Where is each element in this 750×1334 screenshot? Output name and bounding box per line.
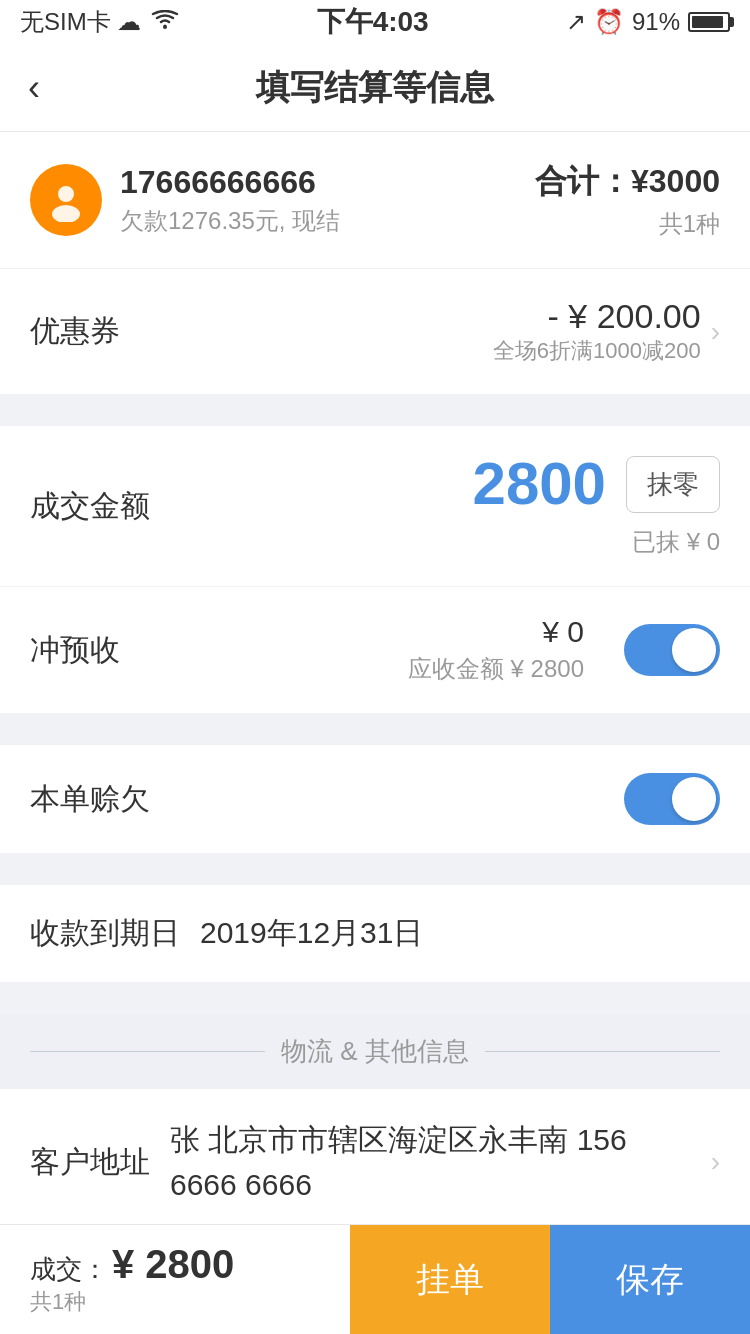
sim-label: 无SIM卡 ☁ — [20, 6, 141, 38]
address-chevron-icon: › — [711, 1146, 720, 1178]
coupon-right: - ¥ 200.00 全场6折满1000减200 › — [493, 297, 720, 366]
bottom-count: 共1种 — [30, 1287, 320, 1317]
address-value: 张 北京市市辖区海淀区永丰南 156 6666 6666 — [170, 1117, 691, 1207]
deal-amount-row: 成交金额 2800 抹零 已抹 ¥ 0 — [0, 426, 750, 587]
total-count: 共1种 — [535, 208, 720, 240]
due-date-value: 2019年12月31日 — [200, 913, 423, 954]
due-date-section: 收款到期日 2019年12月31日 — [0, 885, 750, 982]
location-icon: ↗ — [566, 8, 586, 36]
customer-row: 17666666666 欠款1276.35元, 现结 合计：¥3000 共1种 — [0, 132, 750, 268]
status-right: ↗ ⏰ 91% — [566, 8, 730, 36]
logistics-divider: 物流 & 其他信息 — [0, 1014, 750, 1089]
chongyu-row: 冲预收 ¥ 0 应收金额 ¥ 2800 — [0, 587, 750, 713]
chongyu-amount: ¥ 0 — [408, 615, 584, 649]
svg-point-0 — [163, 25, 167, 29]
battery-percent: 91% — [632, 8, 680, 36]
divider-3 — [0, 869, 750, 885]
address-label: 客户地址 — [30, 1142, 150, 1183]
coupon-amount: - ¥ 200.00 — [493, 297, 701, 336]
chongyu-info: ¥ 0 应收金额 ¥ 2800 — [408, 615, 584, 685]
chongyu-label: 冲预收 — [30, 630, 150, 671]
chongyu-sub: 应收金额 ¥ 2800 — [408, 653, 584, 685]
total-amount: 合计：¥3000 — [535, 160, 720, 204]
address-row[interactable]: 客户地址 张 北京市市辖区海淀区永丰南 156 6666 6666 › — [0, 1089, 750, 1235]
debt-section: 本单赊欠 — [0, 745, 750, 853]
nav-bar: ‹ 填写结算等信息 — [0, 44, 750, 132]
coupon-row[interactable]: 优惠券 - ¥ 200.00 全场6折满1000减200 › — [0, 268, 750, 394]
debt-label: 本单赊欠 — [30, 779, 150, 820]
bottom-deal-label: 成交： — [30, 1252, 108, 1287]
customer-info: 17666666666 欠款1276.35元, 现结 — [120, 164, 340, 237]
debt-row: 本单赊欠 — [0, 745, 750, 853]
save-button[interactable]: 保存 — [550, 1225, 750, 1335]
chongyu-right: ¥ 0 应收金额 ¥ 2800 — [408, 615, 720, 685]
deal-amount-label: 成交金额 — [30, 486, 150, 527]
debt-toggle[interactable] — [624, 773, 720, 825]
status-time: 下午4:03 — [317, 3, 429, 41]
status-left: 无SIM卡 ☁ — [20, 6, 179, 38]
divider-1 — [0, 410, 750, 426]
chongyu-toggle-knob — [672, 628, 716, 672]
round-off-button[interactable]: 抹零 — [626, 456, 720, 513]
due-date-row: 收款到期日 2019年12月31日 — [0, 885, 750, 982]
already-rounded: 已抹 ¥ 0 — [632, 526, 720, 558]
customer-right: 合计：¥3000 共1种 — [535, 160, 720, 240]
customer-sub-info: 欠款1276.35元, 现结 — [120, 205, 340, 237]
due-date-label: 收款到期日 — [30, 913, 180, 954]
customer-left: 17666666666 欠款1276.35元, 现结 — [30, 164, 340, 237]
divider-2 — [0, 729, 750, 745]
deal-amount-right: 2800 抹零 已抹 ¥ 0 — [473, 454, 720, 558]
logistics-text: 物流 & 其他信息 — [281, 1034, 469, 1069]
wifi-icon — [151, 8, 179, 36]
debt-toggle-knob — [672, 777, 716, 821]
svg-point-2 — [52, 205, 80, 222]
customer-section: 17666666666 欠款1276.35元, 现结 合计：¥3000 共1种 … — [0, 132, 750, 394]
bottom-bar: 成交： ¥ 2800 共1种 挂单 保存 — [0, 1224, 750, 1334]
customer-phone: 17666666666 — [120, 164, 340, 201]
back-button[interactable]: ‹ — [28, 67, 40, 109]
divider-4 — [0, 998, 750, 1014]
deal-section: 成交金额 2800 抹零 已抹 ¥ 0 冲预收 ¥ 0 应收金额 ¥ 2800 — [0, 426, 750, 713]
pending-button[interactable]: 挂单 — [350, 1225, 550, 1335]
battery-icon — [688, 12, 730, 32]
address-section: 客户地址 张 北京市市辖区海淀区永丰南 156 6666 6666 › — [0, 1089, 750, 1235]
avatar — [30, 164, 102, 236]
coupon-chevron-icon: › — [711, 316, 720, 348]
chongyu-toggle[interactable] — [624, 624, 720, 676]
page-title: 填写结算等信息 — [256, 65, 494, 111]
bottom-deal-line: 成交： ¥ 2800 — [30, 1242, 320, 1287]
bottom-summary: 成交： ¥ 2800 共1种 — [0, 1242, 350, 1317]
logistics-line-left — [30, 1051, 265, 1052]
logistics-line-right — [485, 1051, 720, 1052]
coupon-desc: 全场6折满1000减200 — [493, 336, 701, 366]
bottom-deal-amount: ¥ 2800 — [112, 1242, 234, 1287]
coupon-label: 优惠券 — [30, 311, 120, 352]
svg-point-1 — [58, 186, 74, 202]
alarm-icon: ⏰ — [594, 8, 624, 36]
deal-amount-value: 2800 — [473, 454, 606, 514]
status-bar: 无SIM卡 ☁ 下午4:03 ↗ ⏰ 91% — [0, 0, 750, 44]
